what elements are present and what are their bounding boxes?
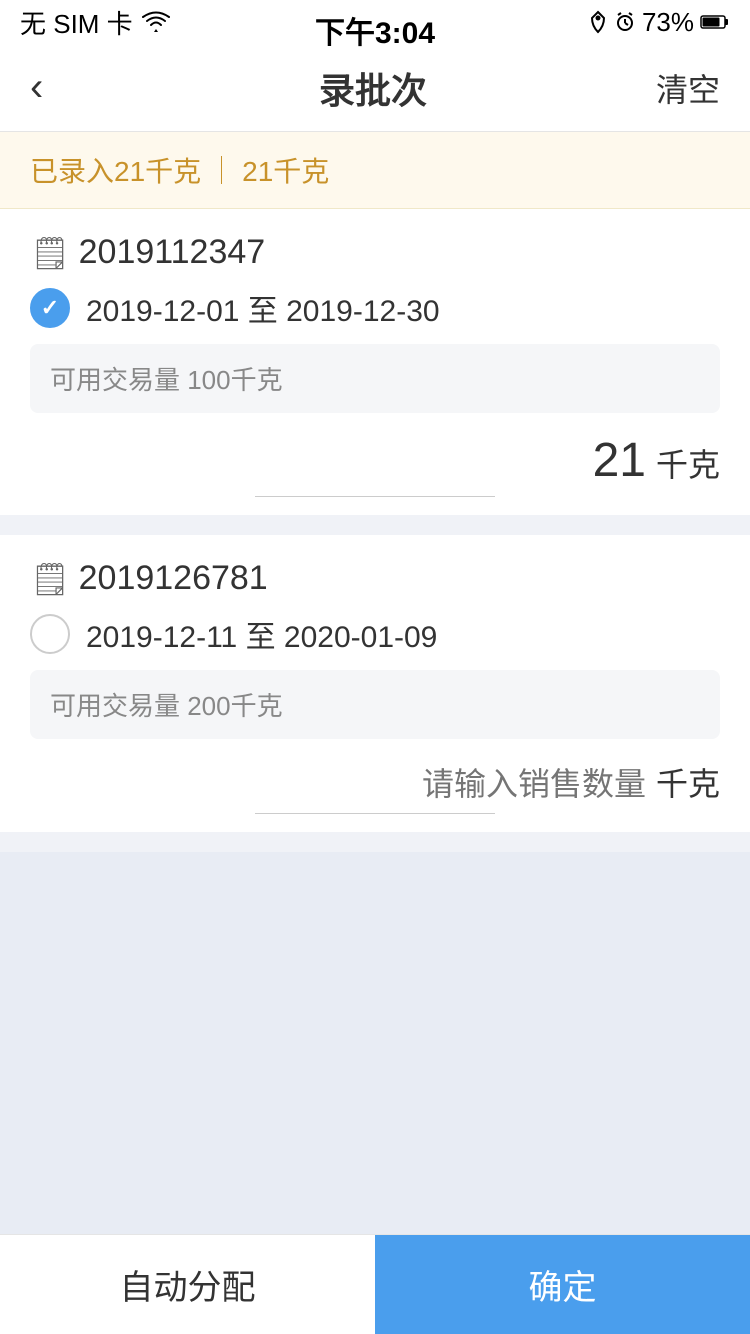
batch-1-header: 🗒 2019112347 <box>0 209 750 282</box>
bottom-bar: 自动分配 确定 <box>0 1234 750 1334</box>
batch-2-underline <box>255 813 495 814</box>
carrier-text: 无 SIM 卡 <box>20 4 133 41</box>
batch-2-radio[interactable] <box>30 614 70 654</box>
status-left: 无 SIM 卡 <box>20 4 171 41</box>
batch-2-icon: 🗒 <box>30 560 71 598</box>
battery-icon <box>700 14 730 30</box>
batch-2-amount-wrapper: 千克 <box>0 749 750 832</box>
status-right: 73% <box>588 7 730 38</box>
wifi-icon <box>141 11 171 33</box>
status-bar: 无 SIM 卡 下午3:04 73% <box>0 0 750 44</box>
batch-1-quantity[interactable]: 21 <box>593 433 646 488</box>
summary-label: 已录入21千克 <box>30 150 201 190</box>
batch-2-input-row: 千克 <box>0 749 750 805</box>
status-time: 下午3:04 <box>315 8 435 52</box>
batch-1-underline <box>255 496 495 497</box>
battery-text: 73% <box>642 7 694 38</box>
batch-2-header: 🗒 2019126781 <box>0 535 750 608</box>
summary-value: 21千克 <box>242 150 329 190</box>
batch-1-amount-wrapper: 21 千克 <box>0 423 750 515</box>
clear-button[interactable]: 清空 <box>656 65 720 111</box>
batch-separator-2 <box>0 832 750 852</box>
summary-divider <box>221 156 222 184</box>
batch-1-icon: 🗒 <box>30 234 71 272</box>
batch-2-quantity-input[interactable] <box>226 766 646 803</box>
alarm-icon <box>614 11 636 33</box>
back-button[interactable]: ‹ <box>30 65 90 110</box>
page: 无 SIM 卡 下午3:04 73% <box>0 0 750 1334</box>
auto-distribute-button[interactable]: 自动分配 <box>0 1235 375 1334</box>
batch-1-unit: 千克 <box>656 440 720 486</box>
batch-1-date: 2019-12-01 至 2019-12-30 <box>86 286 440 330</box>
content-area: 🗒 2019112347 2019-12-01 至 2019-12-30 可用交… <box>0 209 750 1334</box>
summary-banner: 已录入21千克 21千克 <box>0 132 750 209</box>
batch-1-date-row[interactable]: 2019-12-01 至 2019-12-30 <box>0 282 750 344</box>
batch-item-1: 🗒 2019112347 2019-12-01 至 2019-12-30 可用交… <box>0 209 750 515</box>
batch-1-id: 2019112347 <box>79 233 266 272</box>
batch-2-unit: 千克 <box>656 759 720 805</box>
location-icon <box>588 10 608 34</box>
batch-item-2: 🗒 2019126781 2019-12-11 至 2020-01-09 可用交… <box>0 535 750 832</box>
batch-2-date-row[interactable]: 2019-12-11 至 2020-01-09 <box>0 608 750 670</box>
confirm-button[interactable]: 确定 <box>375 1235 750 1334</box>
nav-bar: ‹ 录批次 清空 <box>0 44 750 132</box>
batch-2-availability: 可用交易量 200千克 <box>30 670 720 739</box>
batch-2-date: 2019-12-11 至 2020-01-09 <box>86 612 437 656</box>
batch-separator-1 <box>0 515 750 535</box>
batch-1-availability: 可用交易量 100千克 <box>30 344 720 413</box>
batch-1-radio[interactable] <box>30 288 70 328</box>
nav-title: 录批次 <box>319 62 427 114</box>
batch-2-id: 2019126781 <box>79 559 268 598</box>
batch-1-amount-row: 21 千克 <box>0 423 750 488</box>
